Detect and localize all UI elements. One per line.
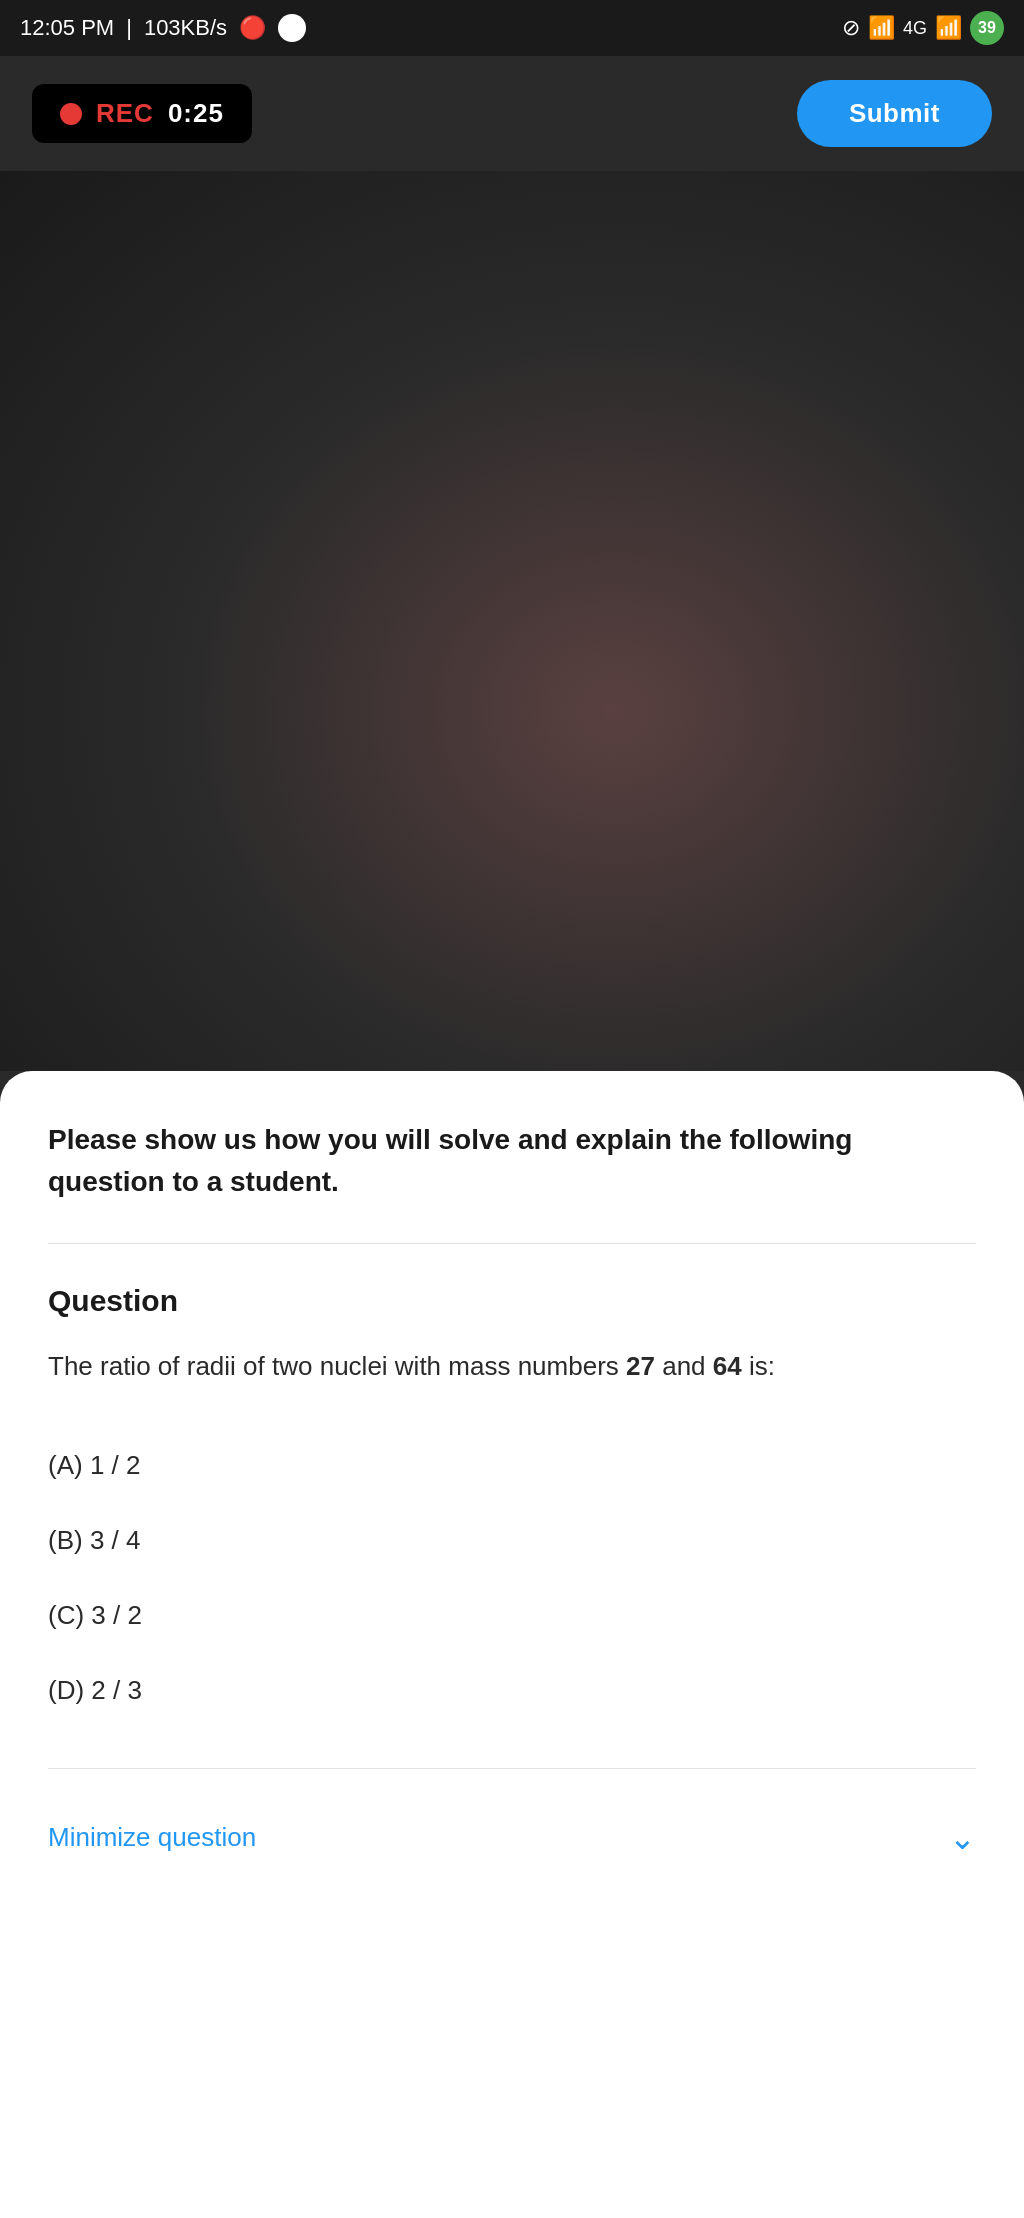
- signal-icon: ⊘: [842, 15, 860, 41]
- rec-timer: 0:25: [168, 98, 224, 129]
- rec-badge: REC 0:25: [32, 84, 252, 143]
- content-card: Please show us how you will solve and ex…: [0, 1071, 1024, 2218]
- rec-label: REC: [96, 98, 154, 129]
- option-d[interactable]: (D) 2 / 3: [48, 1653, 976, 1728]
- chevron-down-icon[interactable]: ⌄: [949, 1819, 976, 1857]
- signal-bars-icon: 📶: [868, 15, 895, 41]
- divider-bottom: [48, 1768, 976, 1769]
- instruction-text: Please show us how you will solve and ex…: [48, 1119, 976, 1203]
- battery-level: 39: [970, 11, 1004, 45]
- question-text: The ratio of radii of two nuclei with ma…: [48, 1346, 976, 1388]
- options-list: (A) 1 / 2 (B) 3 / 4 (C) 3 / 2 (D) 2 / 3: [48, 1428, 976, 1728]
- question-text-part3: is:: [742, 1351, 775, 1381]
- status-separator: |: [126, 15, 132, 41]
- minimize-question-link[interactable]: Minimize question: [48, 1822, 256, 1853]
- question-text-bold1: 27: [626, 1351, 655, 1381]
- toolbar: REC 0:25 Submit: [0, 56, 1024, 171]
- rec-dot-icon: [60, 103, 82, 125]
- signal-bars-4g-icon: 4G: [903, 18, 927, 39]
- question-text-part2: and: [655, 1351, 713, 1381]
- divider-top: [48, 1243, 976, 1244]
- status-app-icon: [278, 14, 306, 42]
- camera-preview: [0, 171, 1024, 1071]
- option-b[interactable]: (B) 3 / 4: [48, 1503, 976, 1578]
- signal-bars2-icon: 📶: [935, 15, 962, 41]
- status-right: ⊘ 📶 4G 📶 39: [842, 11, 1004, 45]
- status-time: 12:05 PM: [20, 15, 114, 41]
- question-text-bold2: 64: [713, 1351, 742, 1381]
- status-left: 12:05 PM | 103KB/s 🔴: [20, 14, 306, 42]
- question-text-part1: The ratio of radii of two nuclei with ma…: [48, 1351, 626, 1381]
- option-a[interactable]: (A) 1 / 2: [48, 1428, 976, 1503]
- option-c[interactable]: (C) 3 / 2: [48, 1578, 976, 1653]
- status-network: 103KB/s: [144, 15, 227, 41]
- status-icons: 🔴: [239, 15, 266, 41]
- bottom-bar: Minimize question ⌄: [48, 1799, 976, 1897]
- submit-button[interactable]: Submit: [797, 80, 992, 147]
- question-label: Question: [48, 1284, 976, 1318]
- status-bar: 12:05 PM | 103KB/s 🔴 ⊘ 📶 4G 📶 39: [0, 0, 1024, 56]
